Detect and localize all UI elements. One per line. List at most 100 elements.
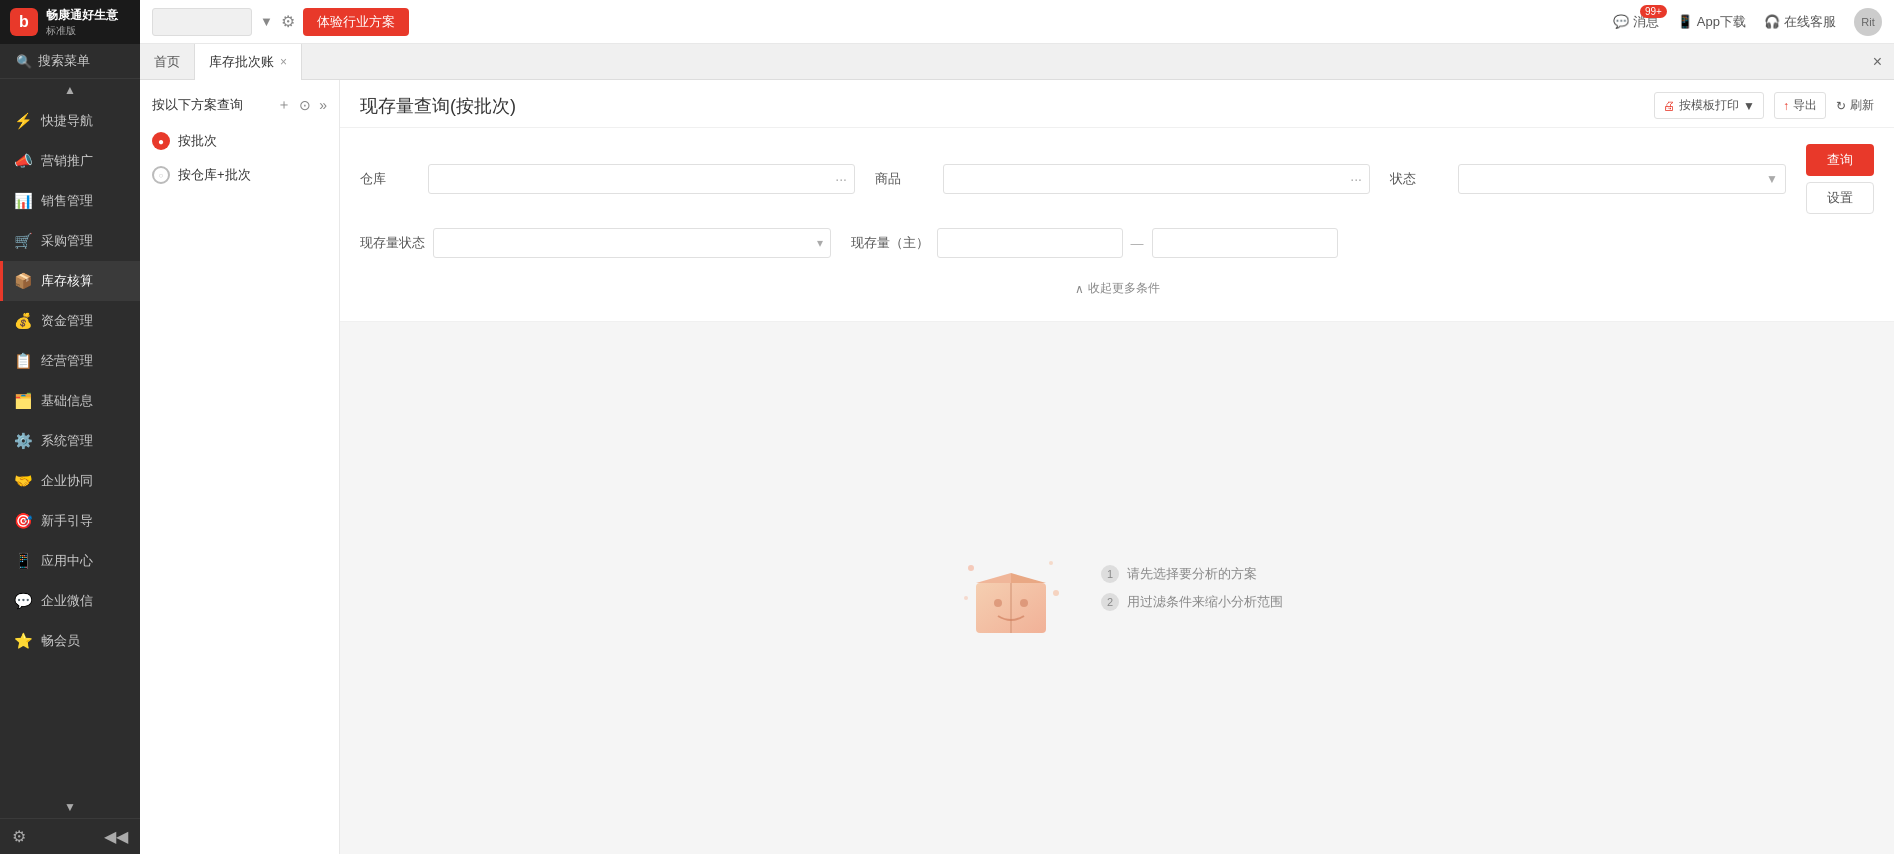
tab-close-icon[interactable]: × [280,55,287,69]
stock-qty-filter-group: 现存量（主） — [851,228,1338,258]
settings-btn[interactable]: 设置 [1806,182,1874,214]
inactive-schema-dot: ○ [152,166,170,184]
page-header: 现存量查询(按批次) 🖨 按模板打印 ▼ ↑ 导出 ↻ 刷新 [340,80,1894,128]
app-title: 畅康通好生意 [46,7,130,24]
sidebar-item-app-center[interactable]: 📱 应用中心 [0,541,140,581]
sidebar-item-label: 企业微信 [41,592,93,610]
schema-item-by-batch[interactable]: ● 按批次 [140,124,339,158]
product-filter-group: 商品 ··· [875,164,1370,194]
close-all-tabs-btn[interactable]: × [1861,53,1894,71]
member-icon: ⭐ [13,631,33,651]
system-icon: ⚙️ [13,431,33,451]
notifications-btn[interactable]: 💬 消息 99+ [1613,13,1659,31]
sidebar-item-label: 新手引导 [41,512,93,530]
stock-status-filter-group: 现存量状态 ▾ [360,228,831,258]
sidebar-item-quick-nav[interactable]: ⚡ 快捷导航 [0,101,140,141]
svg-point-7 [1049,561,1053,565]
refresh-btn[interactable]: ↻ 刷新 [1836,97,1874,114]
warehouse-filter-group: 仓库 ··· [360,164,855,194]
message-icon: 💬 [1613,14,1629,29]
sidebar-item-label: 系统管理 [41,432,93,450]
stock-status-select[interactable] [433,228,831,258]
sidebar-item-marketing[interactable]: 📣 营销推广 [0,141,140,181]
tab-inventory-batch[interactable]: 库存批次账 × [195,44,302,80]
sidebar-item-label: 采购管理 [41,232,93,250]
product-input[interactable] [943,164,1370,194]
sidebar: b 畅康通好生意 标准版 🔍 搜索菜单 ▲ ⚡ 快捷导航 📣 营销推广 📊 销售… [0,0,140,854]
print-template-label: 按模板打印 [1679,97,1739,114]
tip-text-2: 用过滤条件来缩小分析范围 [1127,593,1283,611]
sidebar-item-enterprise-wx[interactable]: 💬 企业微信 [0,581,140,621]
stock-status-label: 现存量状态 [360,234,425,252]
settings-icon[interactable]: ⚙ [12,827,26,846]
status-select-wrapper: ▼ [1458,164,1786,194]
warehouse-input[interactable] [428,164,855,194]
sidebar-item-operation[interactable]: 📋 经营管理 [0,341,140,381]
quick-nav-icon: ⚡ [13,111,33,131]
app-download-btn[interactable]: 📱 App下载 [1677,13,1746,31]
sidebar-item-basic[interactable]: 🗂️ 基础信息 [0,381,140,421]
topbar-dropdown[interactable] [152,8,252,36]
sidebar-item-system[interactable]: ⚙️ 系统管理 [0,421,140,461]
stock-status-select-wrapper: ▾ [433,228,831,258]
sidebar-item-label: 销售管理 [41,192,93,210]
product-more-icon[interactable]: ··· [1350,171,1362,187]
topbar-settings-icon[interactable]: ⚙ [281,12,295,31]
add-schema-icon[interactable]: ＋ [277,96,291,114]
warehouse-field-wrapper: ··· [428,164,855,194]
sidebar-search-label: 搜索菜单 [38,52,90,70]
collapse-panel-icon[interactable]: » [319,97,327,113]
empty-state: 1 请先选择要分析的方案 2 用过滤条件来缩小分析范围 [340,322,1894,854]
app-center-icon: 📱 [13,551,33,571]
topbar-dropdown-chevron-icon[interactable]: ▼ [260,14,273,29]
product-label: 商品 [875,170,935,188]
user-profile-btn[interactable]: Rit [1854,8,1882,36]
schema-settings-icon[interactable]: ⊙ [299,97,311,113]
app-subtitle: 标准版 [46,24,130,38]
active-schema-dot: ● [152,132,170,150]
sidebar-item-enterprise[interactable]: 🤝 企业协同 [0,461,140,501]
query-btn[interactable]: 查询 [1806,144,1874,176]
stock-qty-max-input[interactable] [1152,228,1338,258]
empty-tip-2: 2 用过滤条件来缩小分析范围 [1101,593,1283,611]
collapse-sidebar-icon[interactable]: ◀◀ [104,827,128,846]
app-download-label: App下载 [1697,13,1746,31]
sidebar-item-label: 营销推广 [41,152,93,170]
sidebar-item-finance[interactable]: 💰 资金管理 [0,301,140,341]
export-icon: ↑ [1783,99,1789,113]
sidebar-footer: ⚙ ◀◀ [0,818,140,854]
sidebar-item-inventory[interactable]: 📦 库存核算 [0,261,140,301]
refresh-icon: ↻ [1836,99,1846,113]
sidebar-scroll-up-btn[interactable]: ▲ [0,79,140,101]
left-panel-icons: ＋ ⊙ » [277,96,327,114]
stock-qty-min-input[interactable] [937,228,1123,258]
print-icon: 🖨 [1663,99,1675,113]
industry-solution-btn[interactable]: 体验行业方案 [303,8,409,36]
tab-home[interactable]: 首页 [140,44,195,80]
sidebar-scroll-down-btn[interactable]: ▼ [0,796,140,818]
sidebar-item-purchase[interactable]: 🛒 采购管理 [0,221,140,261]
sidebar-item-sales[interactable]: 📊 销售管理 [0,181,140,221]
sidebar-item-label: 资金管理 [41,312,93,330]
stock-qty-label: 现存量（主） [851,234,929,252]
collapse-more-btn[interactable]: ∧ 收起更多条件 [360,272,1874,305]
online-service-btn[interactable]: 🎧 在线客服 [1764,13,1836,31]
print-dropdown-icon[interactable]: ▼ [1743,99,1755,113]
sidebar-search[interactable]: 🔍 搜索菜单 [0,44,140,79]
left-panel: 按以下方案查询 ＋ ⊙ » ● 按批次 ○ 按仓库+批次 [140,80,340,854]
print-template-btn[interactable]: 🖨 按模板打印 ▼ [1654,92,1764,119]
tab-bar: 首页 库存批次账 × × [140,44,1894,80]
phone-icon: 📱 [1677,14,1693,29]
warehouse-more-icon[interactable]: ··· [835,171,847,187]
status-select[interactable] [1458,164,1786,194]
tab-inventory-batch-label: 库存批次账 [209,53,274,71]
purchase-icon: 🛒 [13,231,33,251]
filter-row-2: 现存量状态 ▾ 现存量（主） — [360,228,1874,258]
sidebar-item-label: 应用中心 [41,552,93,570]
refresh-label: 刷新 [1850,97,1874,114]
sidebar-item-newbie[interactable]: 🎯 新手引导 [0,501,140,541]
tab-home-label: 首页 [154,53,180,71]
sidebar-item-member[interactable]: ⭐ 畅会员 [0,621,140,661]
schema-item-by-warehouse-batch[interactable]: ○ 按仓库+批次 [140,158,339,192]
export-btn[interactable]: ↑ 导出 [1774,92,1826,119]
